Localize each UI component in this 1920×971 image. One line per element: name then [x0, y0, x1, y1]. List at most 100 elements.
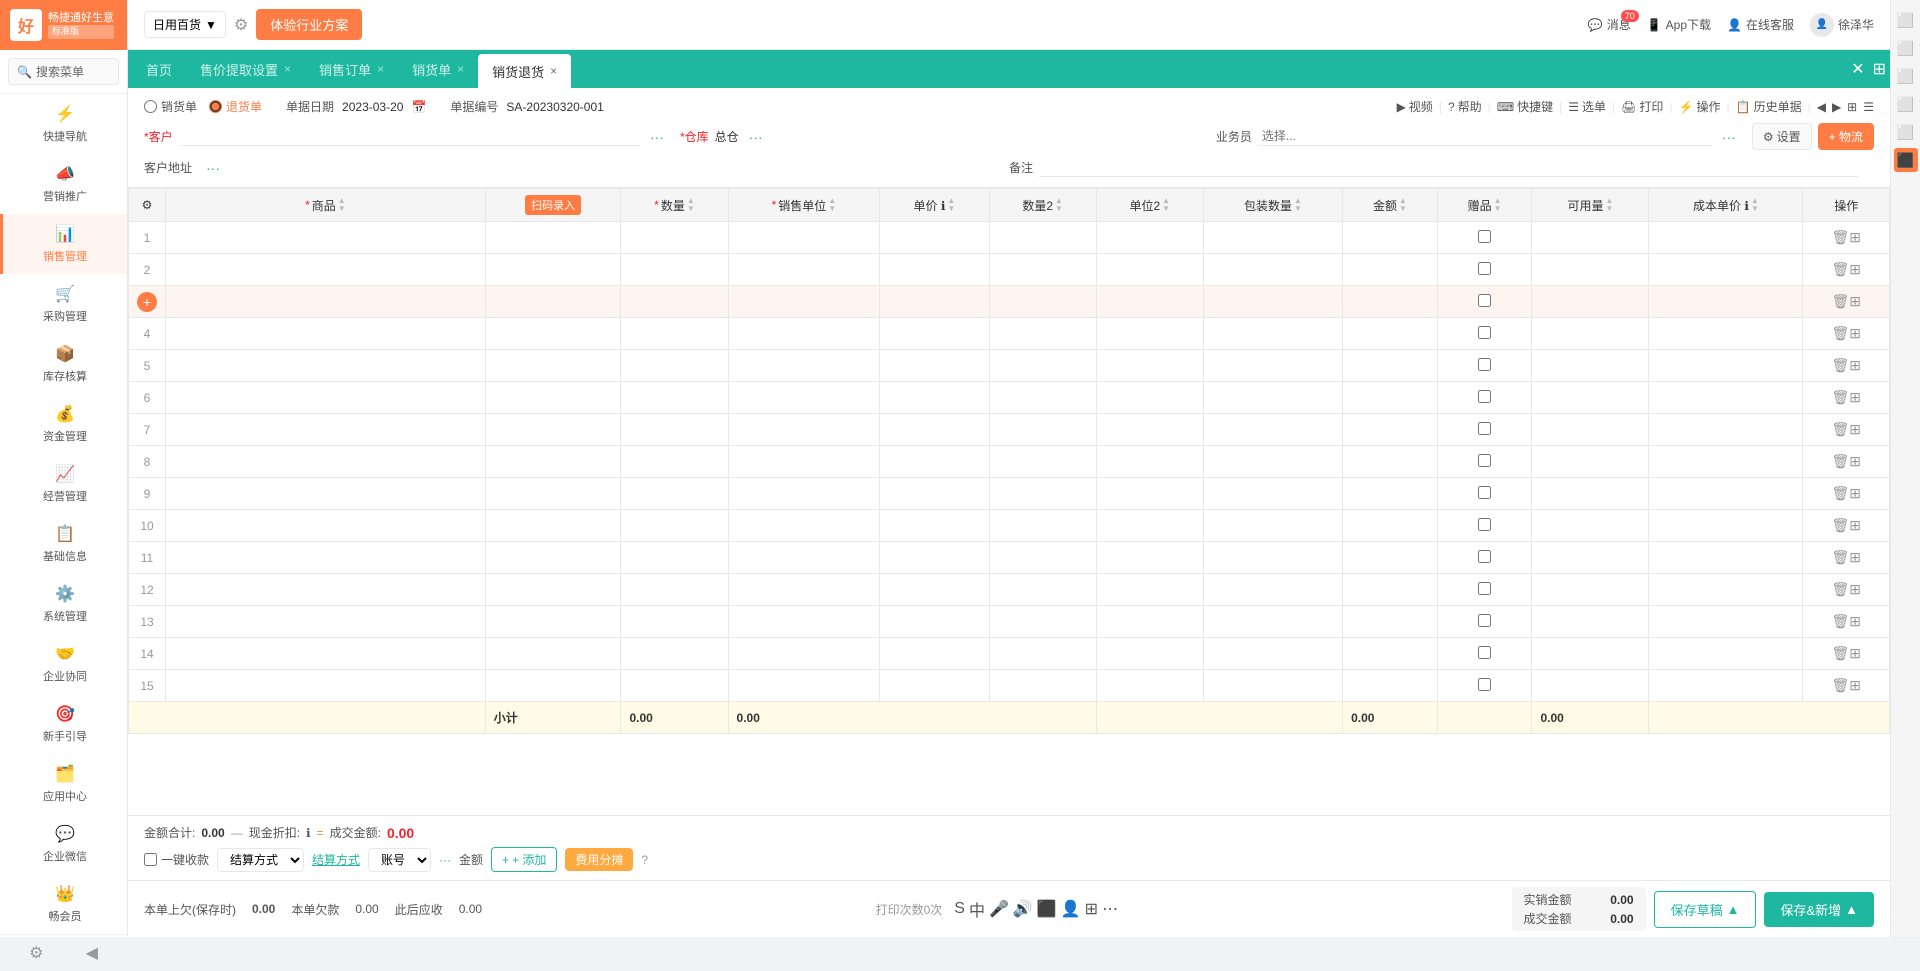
tool-voice-icon[interactable]: 🔊	[1013, 899, 1033, 919]
customer-input[interactable]	[179, 127, 640, 146]
toolbar-list-view[interactable]: ⊞	[1847, 100, 1857, 114]
copy-row-button[interactable]: ⊞	[1849, 389, 1861, 406]
tab-sales-return-close[interactable]: ×	[550, 64, 557, 78]
scan-button[interactable]: 扫码录入	[525, 195, 581, 215]
gift-checkbox[interactable]	[1478, 262, 1491, 275]
tool-zh-icon[interactable]: 中	[969, 897, 985, 921]
warehouse-dots[interactable]: ···	[749, 129, 763, 145]
delete-row-button[interactable]: 🗑	[1831, 389, 1849, 406]
discount-info-icon[interactable]: ℹ	[306, 826, 311, 840]
message-button[interactable]: 💬 消息 70	[1588, 16, 1631, 33]
sidebar-item-marketing[interactable]: 📣 营销推广	[0, 154, 127, 214]
delete-row-button[interactable]: 🗑	[1831, 645, 1849, 662]
delete-row-button[interactable]: 🗑	[1831, 549, 1849, 566]
app-download-button[interactable]: 📱 App下载	[1647, 16, 1711, 33]
panel-btn-4[interactable]: ⬜	[1894, 92, 1918, 116]
delete-row-button[interactable]: 🗑	[1831, 229, 1849, 246]
one-click-payment-input[interactable]	[144, 853, 157, 866]
fee-help-icon[interactable]: ?	[641, 853, 648, 867]
gift-checkbox[interactable]	[1478, 518, 1491, 531]
toolbar-video[interactable]: ▶ 视频	[1397, 98, 1433, 115]
gift-checkbox[interactable]	[1478, 646, 1491, 659]
toolbar-help[interactable]: ? 帮助	[1448, 98, 1482, 115]
radio-sale-input[interactable]	[144, 100, 157, 113]
gift-checkbox[interactable]	[1478, 390, 1491, 403]
gift-checkbox[interactable]	[1478, 422, 1491, 435]
tab-sales-order-close[interactable]: ×	[377, 62, 384, 76]
customer-dots[interactable]: ···	[650, 129, 664, 145]
calc-method-select[interactable]: 结算方式	[217, 848, 304, 872]
online-service-button[interactable]: 👤 在线客服	[1727, 16, 1794, 33]
copy-row-button[interactable]: ⊞	[1849, 261, 1861, 278]
gift-checkbox[interactable]	[1478, 614, 1491, 627]
logistics-button[interactable]: + 物流	[1818, 123, 1874, 150]
save-new-button[interactable]: 保存&新增 ▲	[1764, 892, 1874, 927]
delete-row-button[interactable]: 🗑	[1831, 453, 1849, 470]
tab-home[interactable]: 首页	[132, 50, 186, 88]
topbar-gear-icon[interactable]: ⚙	[234, 15, 248, 35]
sidebar-item-quicknav[interactable]: ⚡ 快捷导航	[0, 94, 127, 154]
toolbar-detail-view[interactable]: ☰	[1863, 100, 1874, 114]
one-click-payment-check[interactable]: 一键收款	[144, 851, 209, 868]
toolbar-shortcut[interactable]: ⌨ 快捷键	[1497, 98, 1553, 115]
delete-row-button[interactable]: 🗑	[1831, 677, 1849, 694]
copy-row-button[interactable]: ⊞	[1849, 517, 1861, 534]
tool-qr-icon[interactable]: ⊞	[1085, 899, 1098, 919]
add-row-button[interactable]: +	[137, 292, 157, 312]
panel-btn-1[interactable]: ⬜	[1894, 8, 1918, 32]
tab-price-setting-close[interactable]: ×	[284, 62, 291, 76]
copy-row-button[interactable]: ⊞	[1849, 421, 1861, 438]
delete-row-button[interactable]: 🗑	[1831, 517, 1849, 534]
tab-sales-return[interactable]: 销货退货 ×	[478, 54, 571, 88]
delete-row-button[interactable]: 🗑	[1831, 421, 1849, 438]
search-menu-button[interactable]: 🔍 搜索菜单	[8, 58, 119, 85]
tool-mic-icon[interactable]: 🎤	[989, 899, 1009, 919]
gift-checkbox[interactable]	[1478, 550, 1491, 563]
sidebar-settings-btn[interactable]: ⚙	[29, 943, 43, 963]
user-menu[interactable]: 👤 徐泽华	[1810, 13, 1874, 37]
copy-row-button[interactable]: ⊞	[1849, 677, 1861, 694]
gift-checkbox[interactable]	[1478, 454, 1491, 467]
sidebar-collapse-btn[interactable]: ◀	[86, 943, 98, 963]
tab-price-setting[interactable]: 售价提取设置 ×	[186, 50, 305, 88]
copy-row-button[interactable]: ⊞	[1849, 229, 1861, 246]
account-select[interactable]: 账号	[368, 848, 431, 872]
settings-button[interactable]: ⚙ 设置	[1752, 123, 1812, 150]
account-dots[interactable]: ···	[439, 853, 451, 867]
toolbar-next[interactable]: ▶	[1832, 100, 1841, 114]
save-draft-button[interactable]: 保存草稿 ▲	[1654, 891, 1757, 928]
tool-scan-icon[interactable]: ⬛	[1037, 899, 1057, 919]
settle-method-link[interactable]: 结算方式	[312, 851, 360, 868]
calendar-icon[interactable]: 📅	[411, 100, 426, 114]
delete-row-button[interactable]: 🗑	[1831, 581, 1849, 598]
sidebar-item-enterprise[interactable]: 🤝 企业协同	[0, 634, 127, 694]
delete-row-button[interactable]: 🗑	[1831, 261, 1849, 278]
panel-btn-5[interactable]: ⬜	[1894, 120, 1918, 144]
copy-row-button[interactable]: ⊞	[1849, 453, 1861, 470]
tool-user-icon[interactable]: 👤	[1061, 899, 1081, 919]
sidebar-item-purchase[interactable]: 🛒 采购管理	[0, 274, 127, 334]
tool-s-icon[interactable]: S	[954, 900, 965, 918]
calc-equals[interactable]: =	[317, 826, 324, 840]
copy-row-button[interactable]: ⊞	[1849, 357, 1861, 374]
notes-input[interactable]	[1039, 158, 1858, 177]
gift-checkbox[interactable]	[1478, 358, 1491, 371]
gift-checkbox[interactable]	[1478, 326, 1491, 339]
radio-return[interactable]: 退货单	[209, 98, 262, 115]
radio-return-input[interactable]	[209, 100, 222, 113]
delete-row-button[interactable]: 🗑	[1831, 613, 1849, 630]
sidebar-item-vip[interactable]: 👑 畅会员	[0, 874, 127, 934]
gift-checkbox[interactable]	[1478, 678, 1491, 691]
toolbar-operate[interactable]: ⚡ 操作	[1679, 98, 1721, 115]
product-input-active[interactable]	[174, 295, 477, 309]
copy-row-button[interactable]: ⊞	[1849, 325, 1861, 342]
toolbar-prev[interactable]: ◀	[1817, 100, 1826, 114]
gift-checkbox[interactable]	[1478, 230, 1491, 243]
delete-row-button[interactable]: 🗑	[1831, 485, 1849, 502]
sidebar-item-finance[interactable]: 💰 资金管理	[0, 394, 127, 454]
copy-row-button[interactable]: ⊞	[1849, 549, 1861, 566]
address-dots[interactable]: ···	[206, 160, 220, 176]
sidebar-item-wechat[interactable]: 💬 企业微信	[0, 814, 127, 874]
staff-input[interactable]	[1258, 127, 1712, 146]
fee-split-button[interactable]: 费用分摊	[565, 848, 633, 871]
